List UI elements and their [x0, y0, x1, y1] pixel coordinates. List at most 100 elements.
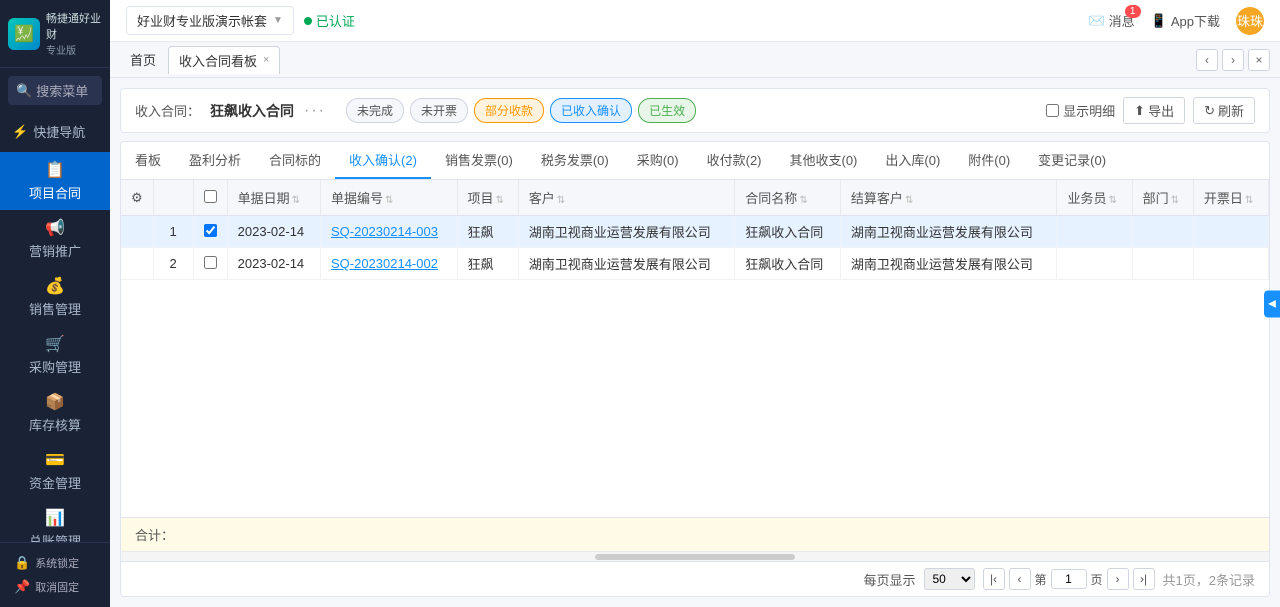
project-column-header[interactable]: 项目⇅	[457, 180, 518, 216]
system-lock-item[interactable]: 🔒 系统锁定	[8, 551, 102, 575]
tab-change-log[interactable]: 变更记录(0)	[1024, 142, 1120, 179]
row2-code[interactable]: SQ-20230214-002	[320, 248, 457, 280]
company-name: 好业财专业版演示帐套	[137, 11, 267, 30]
status-uninvoiced[interactable]: 未开票	[410, 98, 468, 123]
unpin-item[interactable]: 📌 取消固定	[8, 575, 102, 599]
topbar: 好业财专业版演示帐套 ▼ 已认证 ✉️ 消息 1 📱 App下载 珠珠	[110, 0, 1280, 42]
horizontal-scrollbar[interactable]	[121, 551, 1269, 561]
department-sort-icon: ⇅	[1171, 195, 1179, 206]
more-button[interactable]: ···	[304, 102, 326, 120]
table-scroll[interactable]: ⚙ 单据日期⇅ 单据编号⇅ 项目⇅ 客户⇅ 合同名称⇅ 结算客户⇅ 业务员⇅	[121, 180, 1269, 517]
row2-open-date	[1193, 248, 1268, 280]
tab-close-button[interactable]: ×	[263, 54, 269, 66]
sidebar-item-general[interactable]: 📊 总账管理	[0, 500, 110, 542]
sidebar-item-sales[interactable]: 💰 销售管理	[0, 268, 110, 326]
tab-contract-standard[interactable]: 合同标的	[255, 142, 335, 179]
tab-attachment[interactable]: 附件(0)	[954, 142, 1024, 179]
verified-status: 已认证	[304, 11, 355, 30]
tab-warehouse[interactable]: 出入库(0)	[871, 142, 954, 179]
status-incomplete[interactable]: 未完成	[346, 98, 404, 123]
row1-code[interactable]: SQ-20230214-003	[320, 216, 457, 248]
contract-header: 收入合同： 狂飙收入合同 ··· 未完成 未开票 部分收款 已收入确认 已生效 …	[120, 88, 1270, 133]
sidebar-item-marketing[interactable]: 📢 营销推广	[0, 210, 110, 268]
check-column-header[interactable]	[193, 180, 227, 216]
lock-icon: 🔒	[14, 555, 30, 571]
export-button[interactable]: ⬆ 导出	[1123, 97, 1185, 124]
open-date-column-header[interactable]: 开票日⇅	[1193, 180, 1268, 216]
home-tab[interactable]: 首页	[120, 46, 166, 73]
tab-other-income[interactable]: 其他收支(0)	[776, 142, 872, 179]
message-action[interactable]: ✉️ 消息 1	[1088, 11, 1134, 30]
quick-nav-item[interactable]: ⚡ 快捷导航	[0, 113, 110, 152]
row1-check[interactable]	[193, 216, 227, 248]
contract-sort-icon: ⇅	[799, 195, 807, 206]
code-column-header[interactable]: 单据编号⇅	[320, 180, 457, 216]
logo-text: 畅捷通好业财 专业版	[46, 10, 102, 57]
refresh-button[interactable]: ↻ 刷新	[1193, 97, 1255, 124]
sidebar-item-purchase[interactable]: 🛒 采购管理	[0, 326, 110, 384]
settings-column-header[interactable]: ⚙	[121, 180, 153, 216]
row1-open-date	[1193, 216, 1268, 248]
contract-board-tab[interactable]: 收入合同看板 ×	[168, 46, 280, 74]
row1-settings	[121, 216, 153, 248]
company-selector[interactable]: 好业财专业版演示帐套 ▼	[126, 6, 294, 35]
salesperson-column-header[interactable]: 业务员⇅	[1057, 180, 1132, 216]
show-detail-checkbox[interactable]	[1046, 104, 1059, 117]
search-menu-button[interactable]: 🔍 搜索菜单	[8, 76, 102, 105]
sidebar-item-project[interactable]: 📋 项目合同	[0, 152, 110, 210]
final-customer-column-header[interactable]: 结算客户⇅	[840, 180, 1057, 216]
tab-tax-invoice[interactable]: 税务发票(0)	[527, 142, 623, 179]
right-sidebar-button[interactable]: ◀	[1264, 290, 1280, 317]
scrollbar-thumb[interactable]	[595, 554, 795, 560]
first-page-button[interactable]: |‹	[983, 568, 1005, 590]
tab-purchase[interactable]: 采购(0)	[623, 142, 693, 179]
status-partial[interactable]: 部分收款	[474, 98, 544, 123]
message-icon: ✉️	[1088, 13, 1104, 29]
row1-project: 狂飙	[457, 216, 518, 248]
tab-payment[interactable]: 收付款(2)	[693, 142, 776, 179]
table-area: ⚙ 单据日期⇅ 单据编号⇅ 项目⇅ 客户⇅ 合同名称⇅ 结算客户⇅ 业务员⇅	[120, 179, 1270, 597]
user-avatar[interactable]: 珠珠	[1236, 7, 1264, 35]
row2-salesperson	[1057, 248, 1132, 280]
row2-department	[1132, 248, 1193, 280]
tab-income-confirm[interactable]: 收入确认(2)	[335, 142, 431, 179]
row2-check[interactable]	[193, 248, 227, 280]
table-row[interactable]: 1 2023-02-14 SQ-20230214-003 狂飙 湖南卫视商业运营…	[121, 216, 1269, 248]
status-confirmed[interactable]: 已收入确认	[550, 98, 632, 123]
content-area: 收入合同： 狂飙收入合同 ··· 未完成 未开票 部分收款 已收入确认 已生效 …	[110, 78, 1280, 607]
sidebar-search[interactable]: 🔍 搜索菜单	[0, 68, 110, 113]
data-table: ⚙ 单据日期⇅ 单据编号⇅ 项目⇅ 客户⇅ 合同名称⇅ 结算客户⇅ 业务员⇅	[121, 180, 1269, 280]
row2-date: 2023-02-14	[227, 248, 320, 280]
last-page-button[interactable]: ›|	[1133, 568, 1155, 590]
prev-page-button[interactable]: ‹	[1009, 568, 1031, 590]
app-download-action[interactable]: 📱 App下载	[1151, 11, 1220, 30]
status-effective[interactable]: 已生效	[638, 98, 696, 123]
next-tab-button[interactable]: ›	[1222, 49, 1244, 71]
sidebar-item-inventory[interactable]: 📦 库存核算	[0, 384, 110, 442]
refresh-icon: ↻	[1204, 103, 1215, 119]
close-tab-button[interactable]: ×	[1248, 49, 1270, 71]
per-page-select[interactable]: 50 20 100	[924, 568, 975, 590]
sales-icon: 💰	[45, 276, 65, 296]
sidebar-logo: 💹 畅捷通好业财 专业版	[0, 0, 110, 68]
next-page-button[interactable]: ›	[1107, 568, 1129, 590]
contract-name: 狂飙收入合同	[210, 101, 294, 121]
department-column-header[interactable]: 部门⇅	[1132, 180, 1193, 216]
date-column-header[interactable]: 单据日期⇅	[227, 180, 320, 216]
tab-profit[interactable]: 盈利分析	[175, 142, 255, 179]
tab-sales-invoice[interactable]: 销售发票(0)	[431, 142, 527, 179]
page-input[interactable]	[1051, 569, 1087, 589]
show-detail-checkbox-label[interactable]: 显示明细	[1046, 97, 1115, 124]
contract-column-header[interactable]: 合同名称⇅	[735, 180, 841, 216]
prev-tab-button[interactable]: ‹	[1196, 49, 1218, 71]
customer-column-header[interactable]: 客户⇅	[518, 180, 735, 216]
row2-contract: 狂飙收入合同	[735, 248, 841, 280]
sidebar-item-funds[interactable]: 💳 资金管理	[0, 442, 110, 500]
date-sort-icon: ⇅	[292, 195, 300, 206]
tab-active-label: 收入合同看板	[179, 51, 257, 70]
table-row[interactable]: 2 2023-02-14 SQ-20230214-002 狂飙 湖南卫视商业运营…	[121, 248, 1269, 280]
inner-tabs: 看板 盈利分析 合同标的 收入确认(2) 销售发票(0) 税务发票(0) 采购(…	[120, 141, 1270, 179]
logo-icon: 💹	[8, 18, 40, 50]
search-icon: 🔍	[16, 83, 32, 99]
tab-board[interactable]: 看板	[121, 142, 175, 179]
